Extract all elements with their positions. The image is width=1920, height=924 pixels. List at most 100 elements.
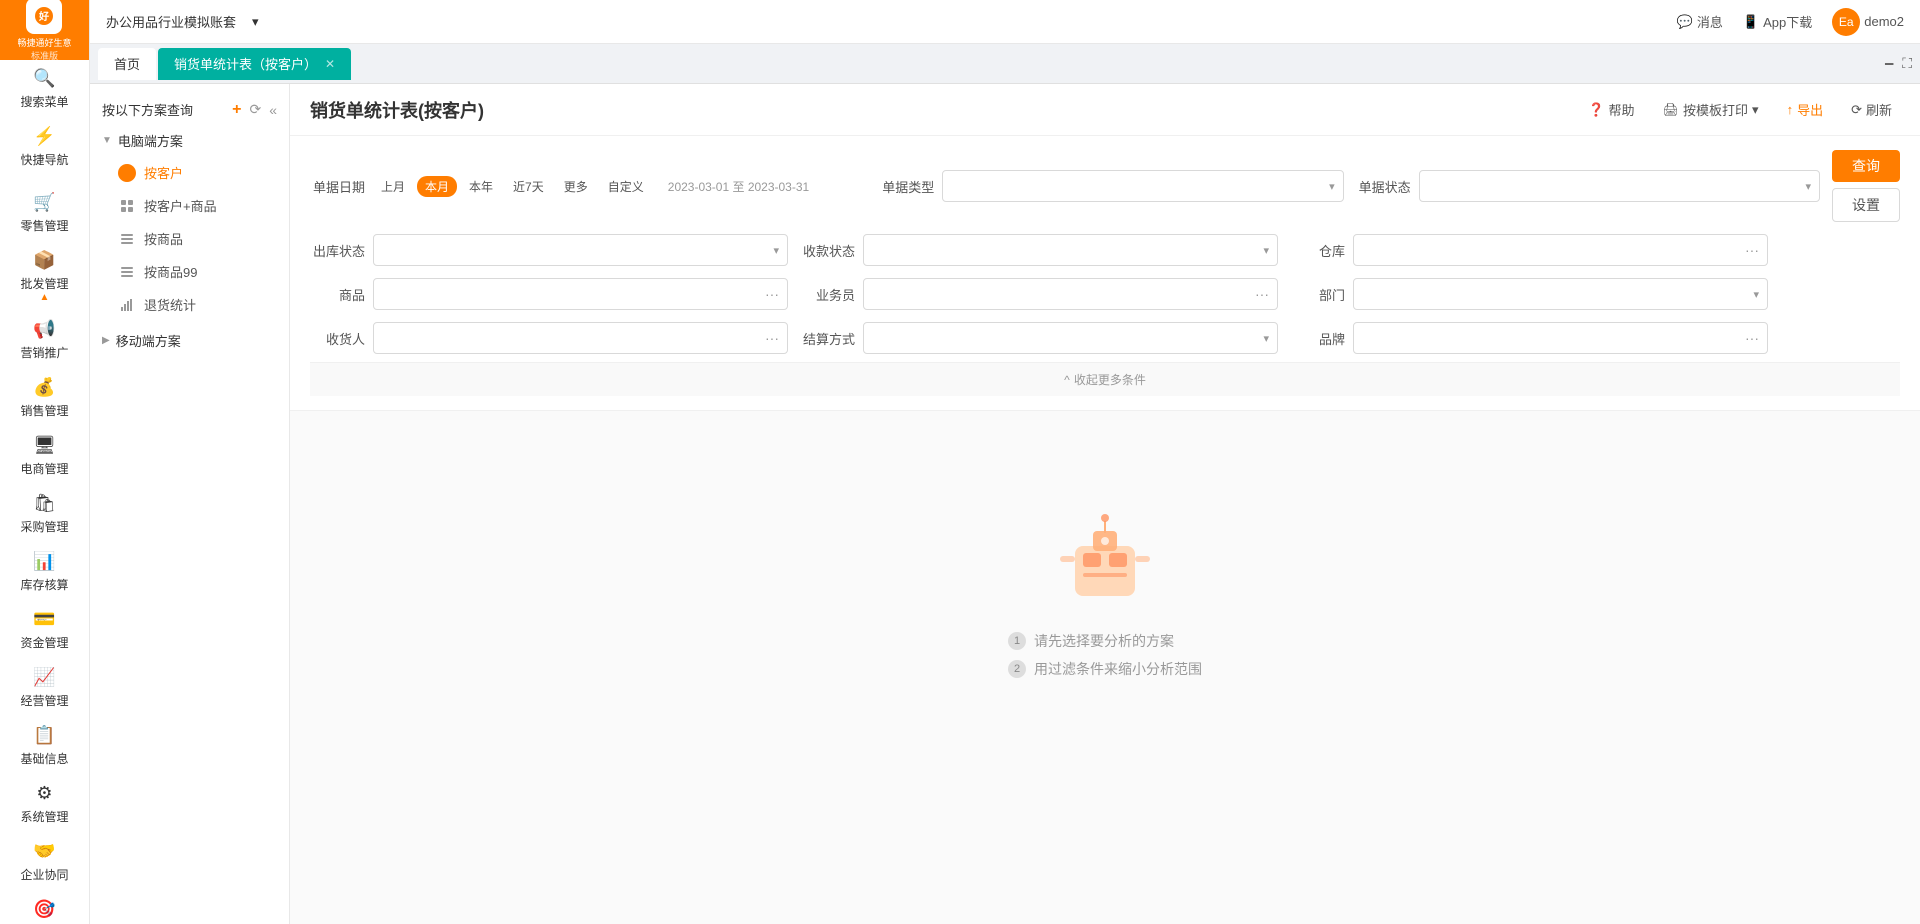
date-tab-this-year[interactable]: 本年 bbox=[461, 176, 501, 197]
app-download-icon: 📱 bbox=[1743, 14, 1759, 30]
sidebar-item-quick-nav[interactable]: ⚡ 快捷导航 bbox=[0, 118, 90, 176]
tabbar: 首页 销货单统计表（按客户） ✕ 🗕 ⛶ bbox=[90, 44, 1920, 84]
date-tab-custom[interactable]: 自定义 bbox=[600, 176, 652, 197]
bill-status-label: 单据状态 bbox=[1356, 177, 1411, 196]
mobile-scheme-section: ▶ 移动端方案 bbox=[90, 325, 289, 356]
left-panel: 按以下方案查询 + ⟳ « ▼ 电脑端方案 按客户 bbox=[90, 84, 290, 924]
warehouse-dots[interactable]: ··· bbox=[1745, 242, 1759, 258]
scheme-item-by-customer[interactable]: 按客户 bbox=[90, 156, 289, 189]
sidebar-item-retail[interactable]: 🛒 零售管理 bbox=[0, 184, 90, 242]
pc-scheme-header[interactable]: ▼ 电脑端方案 bbox=[90, 125, 289, 156]
sidebar-item-base[interactable]: 📋 基础信息 bbox=[0, 717, 90, 775]
export-label: 导出 bbox=[1797, 100, 1823, 119]
message-icon: 💬 bbox=[1677, 14, 1693, 30]
message-btn[interactable]: 💬 消息 bbox=[1677, 12, 1723, 31]
brand-select[interactable]: ··· bbox=[1353, 322, 1768, 354]
date-tab-more[interactable]: 更多 bbox=[556, 176, 596, 197]
sidebar-item-wholesale[interactable]: 📦 批发管理 ▲ bbox=[0, 242, 90, 311]
user-profile[interactable]: Ea demo2 bbox=[1832, 8, 1904, 36]
collect-status-select[interactable]: ▾ bbox=[863, 234, 1278, 266]
help-btn[interactable]: ❓ 帮助 bbox=[1580, 96, 1642, 123]
left-panel-title: 按以下方案查询 bbox=[102, 100, 193, 119]
refresh-scheme-btn[interactable]: ⟳ bbox=[249, 101, 261, 118]
mobile-scheme-arrow: ▶ bbox=[102, 335, 110, 346]
sidebar-item-sales[interactable]: 💰 销售管理 bbox=[0, 369, 90, 427]
goods-dots[interactable]: ··· bbox=[765, 286, 779, 302]
bill-status-select[interactable]: ▾ bbox=[1419, 170, 1820, 202]
dept-select[interactable]: ▾ bbox=[1353, 278, 1768, 310]
sidebar-label-base: 基础信息 bbox=[20, 750, 68, 767]
receiver-dots[interactable]: ··· bbox=[765, 330, 779, 346]
export-btn[interactable]: ↑ 导出 bbox=[1779, 96, 1832, 123]
staff-dots[interactable]: ··· bbox=[1255, 286, 1269, 302]
tab-maximize-icon[interactable]: ⛶ bbox=[1902, 55, 1912, 72]
tab-home-label: 首页 bbox=[114, 54, 140, 73]
scheme-item-by-goods-99[interactable]: 按商品99 bbox=[90, 255, 289, 288]
retail-icon: 🛒 bbox=[33, 192, 55, 213]
sidebar-item-finance[interactable]: 💳 资金管理 bbox=[0, 601, 90, 659]
sidebar-item-ops[interactable]: 📈 经营管理 bbox=[0, 659, 90, 717]
collapse-filter-btn[interactable]: ^ 收起更多条件 bbox=[310, 362, 1900, 396]
sidebar-item-search[interactable]: 🔍 搜索菜单 bbox=[0, 60, 90, 118]
template-print-btn[interactable]: 🖨 按模板打印 ▾ bbox=[1655, 96, 1767, 123]
wholesale-icon: 📦 bbox=[33, 250, 55, 271]
staff-select[interactable]: ··· bbox=[863, 278, 1278, 310]
topbar-dropdown[interactable]: ▾ bbox=[252, 14, 259, 30]
mobile-scheme-label: 移动端方案 bbox=[116, 331, 181, 350]
mobile-scheme-header[interactable]: ▶ 移动端方案 bbox=[90, 325, 289, 356]
out-status-select[interactable]: ▾ bbox=[373, 234, 788, 266]
refresh-btn[interactable]: ⟳ 刷新 bbox=[1843, 96, 1900, 123]
scheme-label-by-customer: 按客户 bbox=[144, 163, 183, 182]
scheme-item-by-goods[interactable]: 按商品 bbox=[90, 222, 289, 255]
sidebar-item-newbie[interactable]: 🎯 新手引导 bbox=[0, 891, 90, 924]
scheme-label-by-customer-goods: 按客户+商品 bbox=[144, 196, 217, 215]
page-header: 销货单统计表(按客户) ❓ 帮助 🖨 按模板打印 ▾ ↑ 导出 bbox=[290, 84, 1920, 136]
brand-label: 品牌 bbox=[1290, 329, 1345, 348]
sidebar-item-enterprise[interactable]: 🤝 企业协同 bbox=[0, 833, 90, 891]
goods-select[interactable]: ··· bbox=[373, 278, 788, 310]
app-logo: 好 畅捷通好生意 标准版 bbox=[0, 0, 90, 60]
scheme-icon-by-goods-99 bbox=[118, 263, 136, 281]
bill-type-arrow: ▾ bbox=[1329, 180, 1335, 193]
settings-button[interactable]: 设置 bbox=[1832, 188, 1900, 222]
collect-status-label: 收款状态 bbox=[800, 241, 855, 260]
settle-label: 结算方式 bbox=[800, 329, 855, 348]
finance-icon: 💳 bbox=[33, 609, 55, 630]
pc-scheme-section: ▼ 电脑端方案 按客户 按客户+商品 按商品 bbox=[90, 125, 289, 321]
sales-icon: 💰 bbox=[33, 377, 55, 398]
brand-dots[interactable]: ··· bbox=[1745, 330, 1759, 346]
tab-expand-area: 🗕 ⛶ bbox=[1884, 52, 1912, 76]
date-tab-7days[interactable]: 近7天 bbox=[505, 176, 552, 197]
pc-scheme-label: 电脑端方案 bbox=[118, 131, 183, 150]
sidebar-item-purchase[interactable]: 🛍 采购管理 bbox=[0, 485, 90, 543]
sidebar-item-sys[interactable]: ⚙ 系统管理 bbox=[0, 775, 90, 833]
empty-hint-2: 2 用过滤条件来缩小分析范围 bbox=[1008, 659, 1202, 679]
receiver-select[interactable]: ··· bbox=[373, 322, 788, 354]
date-tab-this-month[interactable]: 本月 bbox=[417, 176, 457, 197]
export-icon: ↑ bbox=[1787, 102, 1794, 117]
tab-home[interactable]: 首页 bbox=[98, 48, 156, 80]
sidebar-item-marketing[interactable]: 📢 营销推广 bbox=[0, 311, 90, 369]
settle-select[interactable]: ▾ bbox=[863, 322, 1278, 354]
sidebar-label-sales: 销售管理 bbox=[20, 402, 68, 419]
tab-close-icon[interactable]: ✕ bbox=[325, 57, 335, 71]
warehouse-select[interactable]: ··· bbox=[1353, 234, 1768, 266]
app-download-btn[interactable]: 📱 App下载 bbox=[1743, 12, 1812, 31]
scheme-item-return-stat[interactable]: 退货统计 bbox=[90, 288, 289, 321]
filter-area: 单据日期 上月 本月 本年 近7天 更多 自定义 2023-03-01 至 20… bbox=[290, 136, 1920, 411]
tab-minimize-icon[interactable]: 🗕 bbox=[1884, 52, 1894, 76]
collapse-left-btn[interactable]: « bbox=[269, 102, 277, 118]
message-label: 消息 bbox=[1697, 12, 1723, 31]
scheme-item-by-customer-goods[interactable]: 按客户+商品 bbox=[90, 189, 289, 222]
sidebar-item-inventory[interactable]: 📊 库存核算 bbox=[0, 543, 90, 601]
sidebar-item-ecom[interactable]: 🖥 电商管理 bbox=[0, 427, 90, 485]
query-button[interactable]: 查询 bbox=[1832, 150, 1900, 182]
avatar: Ea bbox=[1832, 8, 1860, 36]
empty-hint-1: 1 请先选择要分析的方案 bbox=[1008, 631, 1202, 651]
tab-sales-stat[interactable]: 销货单统计表（按客户） ✕ bbox=[158, 48, 351, 80]
date-tab-last-month[interactable]: 上月 bbox=[373, 176, 413, 197]
scheme-icon-by-customer bbox=[118, 164, 136, 182]
bill-type-select[interactable]: ▾ bbox=[942, 170, 1343, 202]
empty-hints: 1 请先选择要分析的方案 2 用过滤条件来缩小分析范围 bbox=[1008, 631, 1202, 679]
add-scheme-btn[interactable]: + bbox=[232, 101, 241, 119]
